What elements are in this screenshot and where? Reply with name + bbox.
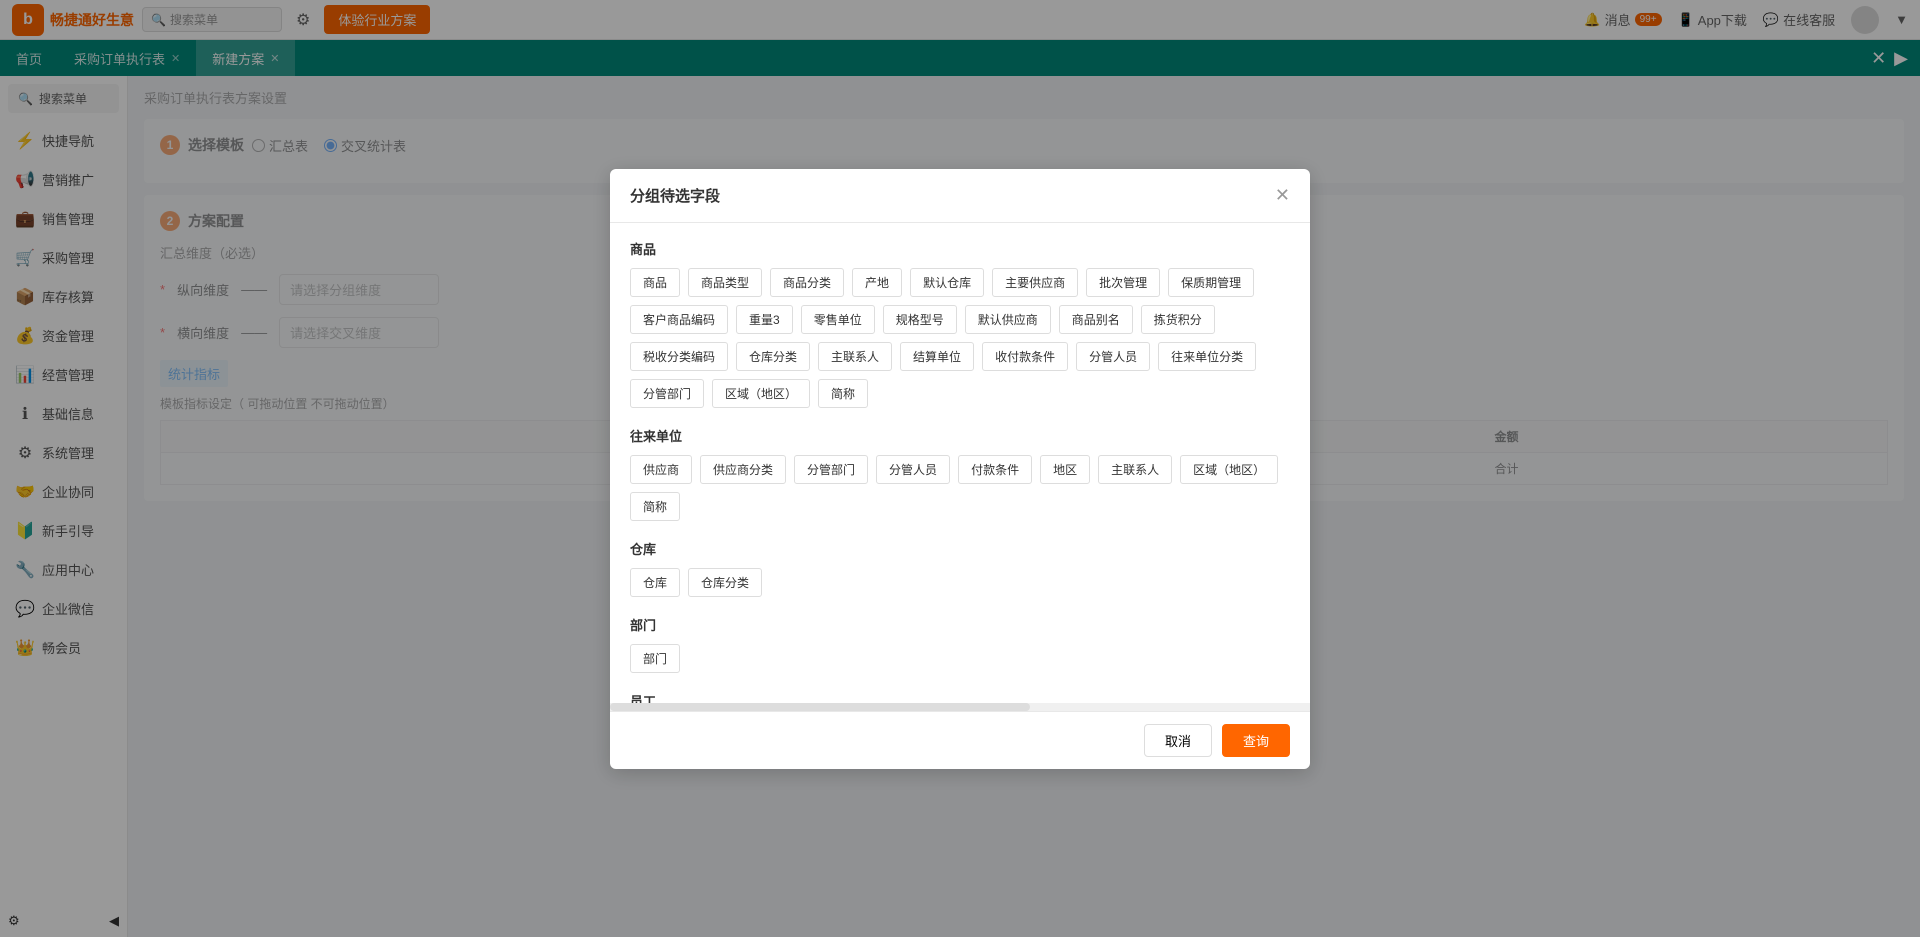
- field-tag[interactable]: 商品类型: [688, 268, 762, 297]
- field-tag[interactable]: 保质期管理: [1168, 268, 1254, 297]
- field-tag[interactable]: 付款条件: [958, 455, 1032, 484]
- section-warehouse-title: 仓库: [630, 539, 1290, 558]
- field-tag[interactable]: 简称: [630, 492, 680, 521]
- confirm-button[interactable]: 查询: [1222, 724, 1290, 757]
- field-tag[interactable]: 简称: [818, 379, 868, 408]
- cancel-button[interactable]: 取消: [1144, 724, 1212, 757]
- modal-close-btn[interactable]: ✕: [1275, 185, 1290, 206]
- horizontal-scrollbar[interactable]: [610, 703, 1310, 711]
- field-tag[interactable]: 客户商品编码: [630, 305, 728, 334]
- modal-footer: 取消 查询: [610, 711, 1310, 769]
- field-tag[interactable]: 结算单位: [900, 342, 974, 371]
- section-partner: 往来单位 供应商 供应商分类 分管部门 分管人员 付款条件 地区 主联系人 区域…: [630, 426, 1290, 521]
- field-tag[interactable]: 分管部门: [630, 379, 704, 408]
- section-goods: 商品 商品 商品类型 商品分类 产地 默认仓库 主要供应商 批次管理 保质期管理…: [630, 239, 1290, 408]
- field-tag[interactable]: 主要供应商: [992, 268, 1078, 297]
- field-tag[interactable]: 仓库分类: [736, 342, 810, 371]
- modal-header: 分组待选字段 ✕: [610, 169, 1310, 223]
- section-department: 部门 部门: [630, 615, 1290, 673]
- field-tag[interactable]: 仓库分类: [688, 568, 762, 597]
- field-tag[interactable]: 往来单位分类: [1158, 342, 1256, 371]
- field-tag[interactable]: 批次管理: [1086, 268, 1160, 297]
- field-tag[interactable]: 规格型号: [883, 305, 957, 334]
- scrollbar-thumb[interactable]: [610, 703, 1030, 711]
- field-tag[interactable]: 税收分类编码: [630, 342, 728, 371]
- field-tag[interactable]: 供应商分类: [700, 455, 786, 484]
- section-warehouse-tags: 仓库 仓库分类: [630, 568, 1290, 597]
- modal-body: 商品 商品 商品类型 商品分类 产地 默认仓库 主要供应商 批次管理 保质期管理…: [610, 223, 1310, 703]
- field-tag[interactable]: 商品: [630, 268, 680, 297]
- section-employee: 员工 业务员: [630, 691, 1290, 703]
- modal-title: 分组待选字段: [630, 185, 720, 206]
- section-department-tags: 部门: [630, 644, 1290, 673]
- field-tag[interactable]: 零售单位: [801, 305, 875, 334]
- field-tag[interactable]: 默认仓库: [910, 268, 984, 297]
- field-tag[interactable]: 供应商: [630, 455, 692, 484]
- field-tag[interactable]: 主联系人: [1098, 455, 1172, 484]
- field-tag[interactable]: 默认供应商: [965, 305, 1051, 334]
- field-tag[interactable]: 重量3: [736, 305, 793, 334]
- field-tag[interactable]: 商品分类: [770, 268, 844, 297]
- field-tag[interactable]: 分管部门: [794, 455, 868, 484]
- field-tag[interactable]: 地区: [1040, 455, 1090, 484]
- field-tag[interactable]: 收付款条件: [982, 342, 1068, 371]
- field-tag[interactable]: 拣货积分: [1141, 305, 1215, 334]
- section-goods-title: 商品: [630, 239, 1290, 258]
- field-tag[interactable]: 区域（地区）: [1180, 455, 1278, 484]
- field-tag[interactable]: 分管人员: [1076, 342, 1150, 371]
- section-partner-tags: 供应商 供应商分类 分管部门 分管人员 付款条件 地区 主联系人 区域（地区） …: [630, 455, 1290, 521]
- field-tag[interactable]: 区域（地区）: [712, 379, 810, 408]
- field-tag[interactable]: 产地: [852, 268, 902, 297]
- field-tag[interactable]: 商品别名: [1059, 305, 1133, 334]
- field-selection-modal: 分组待选字段 ✕ 商品 商品 商品类型 商品分类 产地 默认仓库 主要供应商 批…: [610, 169, 1310, 769]
- field-tag[interactable]: 分管人员: [876, 455, 950, 484]
- section-department-title: 部门: [630, 615, 1290, 634]
- field-tag[interactable]: 仓库: [630, 568, 680, 597]
- field-tag[interactable]: 主联系人: [818, 342, 892, 371]
- section-warehouse: 仓库 仓库 仓库分类: [630, 539, 1290, 597]
- modal-overlay: 分组待选字段 ✕ 商品 商品 商品类型 商品分类 产地 默认仓库 主要供应商 批…: [0, 0, 1920, 937]
- section-partner-title: 往来单位: [630, 426, 1290, 445]
- field-tag[interactable]: 部门: [630, 644, 680, 673]
- section-goods-tags: 商品 商品类型 商品分类 产地 默认仓库 主要供应商 批次管理 保质期管理 客户…: [630, 268, 1290, 408]
- section-employee-title: 员工: [630, 691, 1290, 703]
